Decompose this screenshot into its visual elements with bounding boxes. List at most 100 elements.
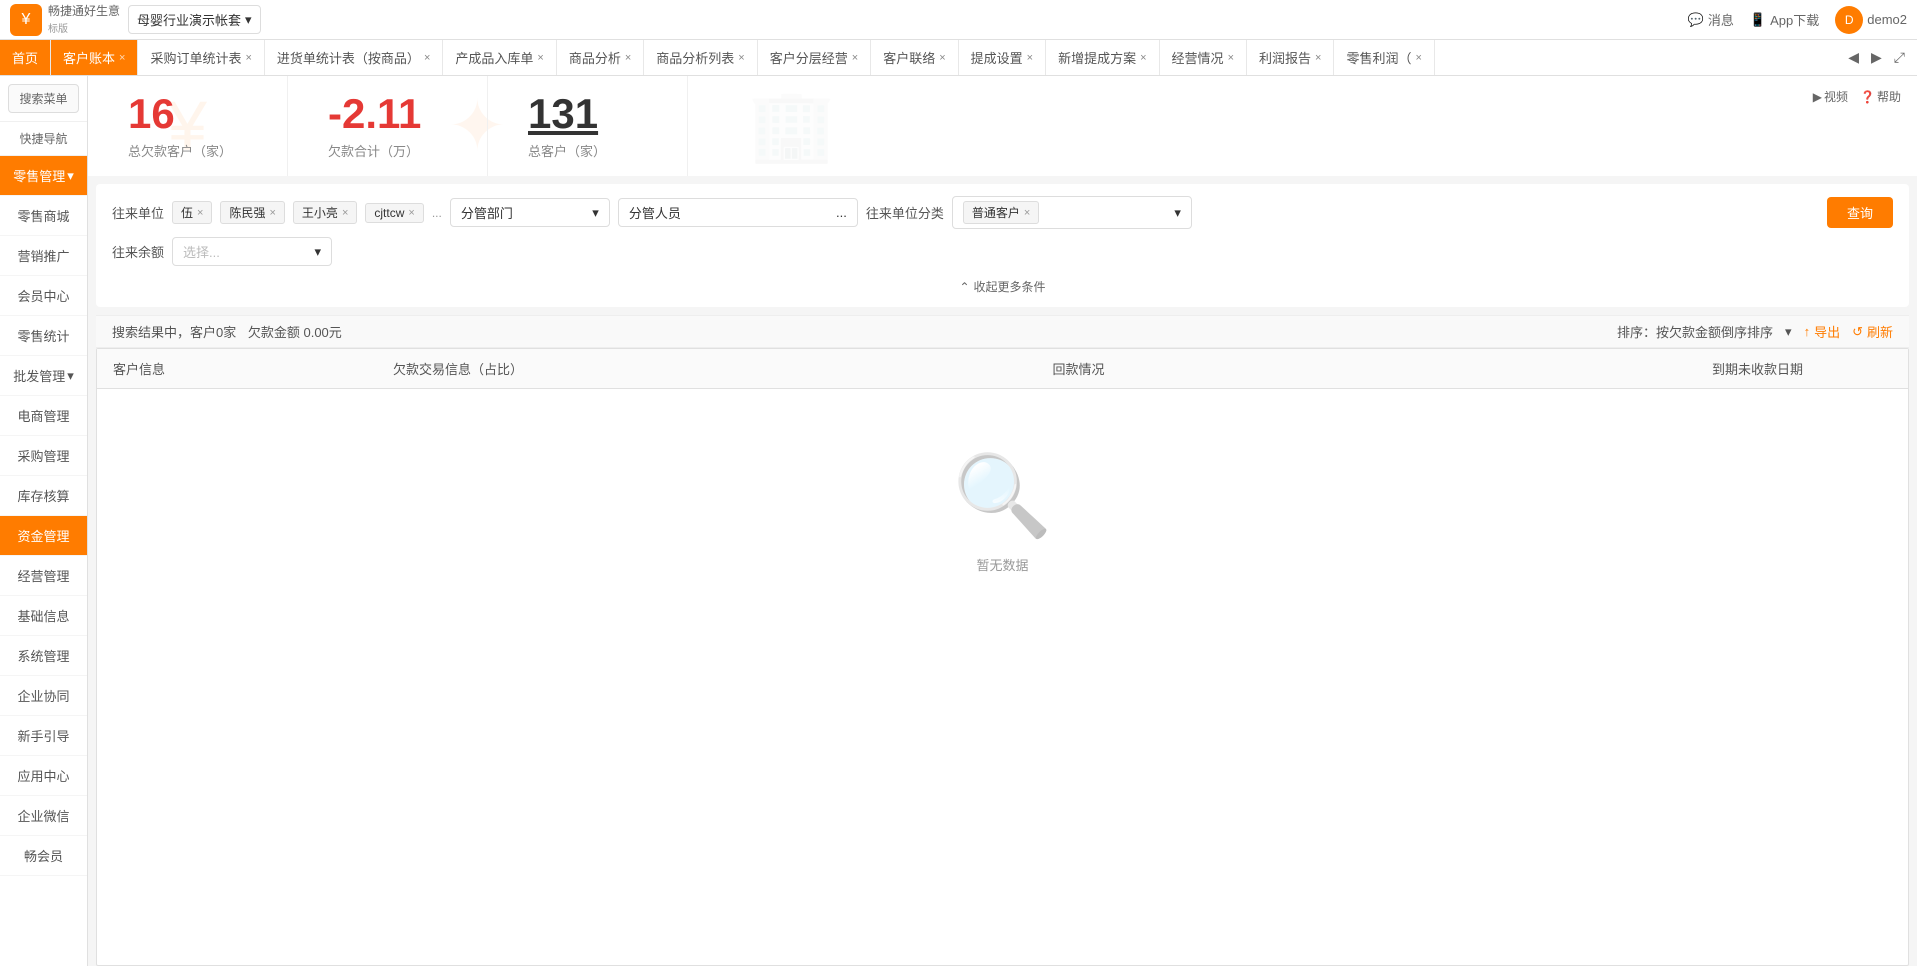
sidebar-item-chang-member[interactable]: 畅会员 [0, 836, 87, 876]
remove-icon[interactable]: × [197, 207, 203, 219]
nav-next-button[interactable]: ▶ [1867, 47, 1886, 68]
remove-icon[interactable]: × [1024, 207, 1030, 219]
tab-customer-contact[interactable]: 客户联络 × [871, 40, 958, 76]
sidebar-item-purchase[interactable]: 采购管理 [0, 436, 87, 476]
sidebar-item-retail-stats[interactable]: 零售统计 [0, 316, 87, 356]
account-selector[interactable]: 母婴行业演示帐套 ▾ [128, 5, 261, 34]
tab-label: 商品分析列表 [656, 48, 734, 67]
sidebar-item-app-center[interactable]: 应用中心 [0, 756, 87, 796]
close-icon[interactable]: × [852, 52, 858, 64]
filter-tag-wang[interactable]: 王小亮 × [293, 201, 357, 224]
filter-area: 往来单位 伍 × 陈民强 × 王小亮 × cjttcw × ... [96, 184, 1909, 307]
tab-purchase-order-stats[interactable]: 采购订单统计表 × [138, 40, 264, 76]
balance-placeholder: 选择... [183, 242, 220, 261]
filter-tag-chen[interactable]: 陈民强 × [220, 201, 284, 224]
app-download-button[interactable]: 📱 App下载 [1750, 10, 1819, 29]
close-icon[interactable]: × [1140, 52, 1146, 64]
stats-total-amount-value: -2.11 [328, 93, 447, 135]
dept-label: 分管部门 [461, 203, 513, 222]
tab-profit-report[interactable]: 利润报告 × [1247, 40, 1334, 76]
sidebar-item-system-mgmt[interactable]: 系统管理 [0, 636, 87, 676]
close-icon[interactable]: × [1315, 52, 1321, 64]
stats-total-all-customers-value: 131 [528, 93, 647, 135]
tab-purchase-stats-by-product[interactable]: 进货单统计表（按商品） × [265, 40, 443, 76]
close-icon[interactable]: × [1027, 52, 1033, 64]
close-icon[interactable]: × [537, 52, 543, 64]
nav-prev-button[interactable]: ◀ [1844, 47, 1863, 68]
stats-total-customers-label: 总欠款客户（家） [128, 141, 247, 160]
close-icon[interactable]: × [119, 52, 125, 64]
chevron-down-icon: ▾ [67, 168, 74, 184]
filter-dots[interactable]: ... [836, 205, 847, 220]
chevron-down-icon: ▾ [592, 205, 599, 221]
content-area: ¥ 16 总欠款客户（家） ✦ -2.11 欠款合计（万） 🏢 131 总客户（… [88, 76, 1917, 966]
tab-customer-segmentation[interactable]: 客户分层经营 × [758, 40, 871, 76]
tab-home[interactable]: 首页 [0, 40, 51, 76]
sidebar-item-enterprise-collab[interactable]: 企业协同 [0, 676, 87, 716]
tab-commission-settings[interactable]: 提成设置 × [959, 40, 1046, 76]
refresh-button[interactable]: ↺ 刷新 [1852, 322, 1893, 341]
tab-retail-profit[interactable]: 零售利润（ × [1334, 40, 1434, 76]
filter-tag-cjttcw[interactable]: cjttcw × [365, 203, 423, 223]
stats-total-amount-label: 欠款合计（万） [328, 141, 447, 160]
query-button[interactable]: 查询 [1827, 197, 1893, 228]
close-icon[interactable]: × [738, 52, 744, 64]
tab-customer-ledger[interactable]: 客户账本 × [51, 40, 138, 76]
remove-icon[interactable]: × [408, 207, 414, 219]
filter-row-2: 往来余额 选择... ▾ [112, 237, 1893, 266]
export-button[interactable]: ↑ 导出 [1804, 322, 1841, 341]
tab-label: 利润报告 [1259, 48, 1311, 67]
close-icon[interactable]: × [245, 52, 251, 64]
sidebar-item-wholesale-management[interactable]: 批发管理 ▾ [0, 356, 87, 396]
chevron-down-icon: ▾ [314, 244, 321, 260]
close-icon[interactable]: × [1415, 52, 1421, 64]
sidebar-item-member-center[interactable]: 会员中心 [0, 276, 87, 316]
remove-icon[interactable]: × [342, 207, 348, 219]
tab-add-commission-plan[interactable]: 新增提成方案 × [1046, 40, 1159, 76]
filter-tag-wu[interactable]: 伍 × [172, 201, 212, 224]
table-col-debt-info: 欠款交易信息（占比） [393, 359, 1053, 378]
close-icon[interactable]: × [625, 52, 631, 64]
tab-label: 提成设置 [971, 48, 1023, 67]
close-icon[interactable]: × [939, 52, 945, 64]
message-button[interactable]: 💬 消息 [1688, 10, 1734, 29]
sidebar-item-operations-mgmt[interactable]: 经营管理 [0, 556, 87, 596]
close-icon[interactable]: × [424, 52, 430, 64]
tab-production-receipt[interactable]: 产成品入库单 × [443, 40, 556, 76]
stats-total-customers-value: 16 [128, 93, 247, 135]
search-result-label: 搜索结果中，客户0家 [112, 325, 236, 340]
sidebar-item-retail-management[interactable]: 零售管理 ▾ [0, 156, 87, 196]
user-area[interactable]: D demo2 [1835, 6, 1907, 34]
tab-operations[interactable]: 经营情况 × [1160, 40, 1247, 76]
more-tags-button[interactable]: ... [432, 206, 442, 220]
remove-icon[interactable]: × [269, 207, 275, 219]
sidebar-item-enterprise-wechat[interactable]: 企业微信 [0, 796, 87, 836]
stats-item-total-customers: 16 总欠款客户（家） [88, 76, 288, 176]
nav-expand-button[interactable]: ⤢ [1890, 47, 1909, 68]
dept-select[interactable]: 分管部门 ▾ [450, 198, 610, 227]
empty-state-icon: 🔍 [953, 449, 1053, 543]
tab-product-analysis-list[interactable]: 商品分析列表 × [644, 40, 757, 76]
sidebar-item-marketing[interactable]: 营销推广 [0, 236, 87, 276]
filter-tag-ordinary-customer[interactable]: 普通客户 × [963, 201, 1039, 224]
quick-nav-button[interactable]: 快捷导航 [0, 122, 87, 156]
stats-bar-actions: ▶ 视频 ❓ 帮助 [1813, 88, 1901, 105]
video-button[interactable]: ▶ 视频 [1813, 88, 1848, 105]
sidebar-item-inventory[interactable]: 库存核算 [0, 476, 87, 516]
table-col-repayment: 回款情况 [1053, 359, 1713, 378]
user-name: demo2 [1867, 12, 1907, 27]
balance-select[interactable]: 选择... ▾ [172, 237, 332, 266]
person-select[interactable]: 分管人员 ... [618, 198, 858, 227]
category-select[interactable]: 普通客户 × ▾ [952, 196, 1192, 229]
close-icon[interactable]: × [1228, 52, 1234, 64]
tab-product-analysis[interactable]: 商品分析 × [557, 40, 644, 76]
sidebar-item-finance[interactable]: 资金管理 [0, 516, 87, 556]
collapse-button[interactable]: ⌃ 收起更多条件 [112, 274, 1893, 299]
sidebar-item-retail-mall[interactable]: 零售商城 [0, 196, 87, 236]
help-button[interactable]: ❓ 帮助 [1860, 88, 1901, 105]
sidebar-item-basic-info[interactable]: 基础信息 [0, 596, 87, 636]
sidebar-item-ecommerce[interactable]: 电商管理 [0, 396, 87, 436]
sidebar-item-newbie-guide[interactable]: 新手引导 [0, 716, 87, 756]
result-bar-right: 排序：按欠款金额倒序排序 ▾ ↑ 导出 ↺ 刷新 [1617, 322, 1893, 341]
search-menu-button[interactable]: 搜索菜单 [8, 84, 79, 113]
